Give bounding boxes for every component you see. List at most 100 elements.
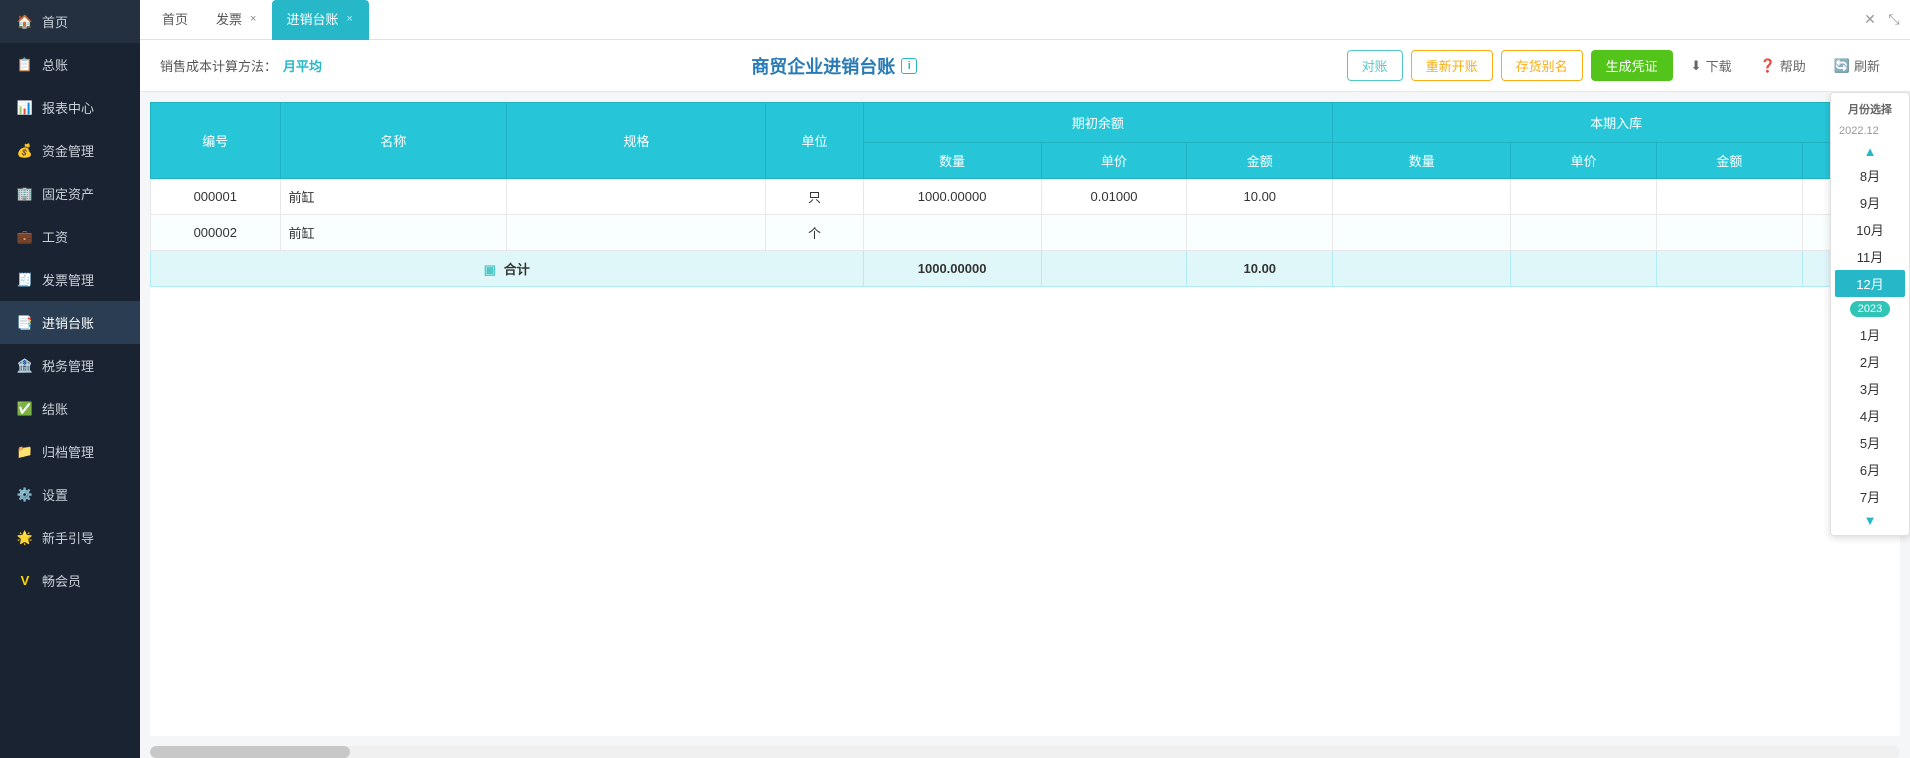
help-icon: ❓ xyxy=(1760,58,1776,74)
sidebar-item-guide[interactable]: 🌟 新手引导 xyxy=(0,516,140,559)
info-icon[interactable]: i xyxy=(901,58,917,74)
total-p2 xyxy=(1511,251,1657,287)
total-a1: 10.00 xyxy=(1187,251,1333,287)
toolbar-right: 对账 重新开账 存货别名 生成凭证 ⬇ 下载 ❓ 帮助 🔄 刷新 xyxy=(1347,50,1890,81)
total-q1: 1000.00000 xyxy=(863,251,1041,287)
page-title: 商贸企业进销台账 i xyxy=(751,53,917,79)
col-header-a1: 金额 xyxy=(1187,143,1333,179)
sidebar-item-vip[interactable]: V 畅会员 xyxy=(0,559,140,602)
refresh-icon: 🔄 xyxy=(1834,58,1850,74)
month-item-2[interactable]: 2月 xyxy=(1831,348,1909,375)
sidebar-item-ledger[interactable]: 📋 总账 xyxy=(0,43,140,86)
horizontal-scrollbar[interactable] xyxy=(150,746,1900,758)
sidebar-item-purchase-sales[interactable]: 📑 进销台账 xyxy=(0,301,140,344)
cost-method-label: 销售成本计算方法： xyxy=(160,56,277,75)
toolbar-left: 销售成本计算方法： 月平均 xyxy=(160,56,322,75)
cell-id: 000002 xyxy=(151,215,281,251)
download-icon: ⬇ xyxy=(1691,58,1702,74)
checkout-icon: ✅ xyxy=(16,400,34,418)
tab-purchase-sales[interactable]: 进销台账 × xyxy=(272,0,368,40)
cell-p2 xyxy=(1511,179,1657,215)
guide-icon: 🌟 xyxy=(16,529,34,547)
total-label: ▣ 合计 xyxy=(151,251,864,287)
col-header-q2: 数量 xyxy=(1333,143,1511,179)
cell-a1 xyxy=(1187,215,1333,251)
col-header-q1: 数量 xyxy=(863,143,1041,179)
scroll-down-button[interactable]: ▼ xyxy=(1831,510,1909,531)
month-item-10[interactable]: 10月 xyxy=(1831,216,1909,243)
sidebar-item-tax[interactable]: 🏦 税务管理 xyxy=(0,344,140,387)
month-item-7[interactable]: 7月 xyxy=(1831,483,1909,510)
tab-invoice-close[interactable]: × xyxy=(248,13,258,25)
table-row[interactable]: 000002 前缸 个 xyxy=(151,215,1900,251)
total-icon: ▣ xyxy=(484,262,496,277)
sidebar-item-home[interactable]: 🏠 首页 xyxy=(0,0,140,43)
sidebar-item-funds[interactable]: 💰 资金管理 xyxy=(0,129,140,172)
sidebar: 🏠 首页 📋 总账 📊 报表中心 💰 资金管理 🏢 固定资产 💼 工资 🧾 发票… xyxy=(0,0,140,758)
month-item-3[interactable]: 3月 xyxy=(1831,375,1909,402)
reopen-button[interactable]: 重新开账 xyxy=(1411,50,1493,81)
cell-a1: 10.00 xyxy=(1187,179,1333,215)
cell-p1: 0.01000 xyxy=(1041,179,1187,215)
cell-q2 xyxy=(1333,215,1511,251)
scroll-up-button[interactable]: ▲ xyxy=(1831,141,1909,162)
cell-spec xyxy=(507,215,766,251)
refresh-button[interactable]: 🔄 刷新 xyxy=(1824,51,1890,80)
vip-icon: V xyxy=(16,572,34,590)
save-alias-button[interactable]: 存货别名 xyxy=(1501,50,1583,81)
month-item-6[interactable]: 6月 xyxy=(1831,456,1909,483)
reconcile-button[interactable]: 对账 xyxy=(1347,50,1403,81)
window-controls: ✕ ⤡ xyxy=(1862,12,1902,28)
sidebar-item-salary[interactable]: 💼 工资 xyxy=(0,215,140,258)
sidebar-item-archive[interactable]: 📁 归档管理 xyxy=(0,430,140,473)
total-q2 xyxy=(1333,251,1511,287)
month-picker-year-2022: 2022.12 xyxy=(1831,121,1909,141)
month-item-8[interactable]: 8月 xyxy=(1831,162,1909,189)
month-picker-panel: 月份选择 2022.12 ▲ 8月 9月 10月 11月 12月 2023 1月… xyxy=(1830,92,1910,536)
cost-method-value: 月平均 xyxy=(283,56,322,75)
col-header-spec: 规格 xyxy=(507,103,766,179)
cell-name: 前缸 xyxy=(280,179,507,215)
close-window-button[interactable]: ✕ xyxy=(1862,12,1878,28)
sidebar-item-checkout[interactable]: ✅ 结账 xyxy=(0,387,140,430)
col-header-p2: 单价 xyxy=(1511,143,1657,179)
settings-icon: ⚙️ xyxy=(16,486,34,504)
maximize-window-button[interactable]: ⤡ xyxy=(1886,12,1902,28)
sidebar-item-reports[interactable]: 📊 报表中心 xyxy=(0,86,140,129)
cell-p1 xyxy=(1041,215,1187,251)
cell-unit: 只 xyxy=(766,179,863,215)
total-p1 xyxy=(1041,251,1187,287)
cell-p2 xyxy=(1511,215,1657,251)
purchase-sales-icon: 📑 xyxy=(16,314,34,332)
col-header-unit: 单位 xyxy=(766,103,863,179)
content-wrapper: 编号 名称 规格 单位 期初余额 本期入库 数量 单价 金额 数量 xyxy=(140,92,1910,746)
month-item-11[interactable]: 11月 xyxy=(1831,243,1909,270)
month-item-12[interactable]: 12月 xyxy=(1835,270,1905,297)
cell-q1 xyxy=(863,215,1041,251)
download-button[interactable]: ⬇ 下载 xyxy=(1681,51,1742,80)
tax-icon: 🏦 xyxy=(16,357,34,375)
sidebar-item-settings[interactable]: ⚙️ 设置 xyxy=(0,473,140,516)
col-header-p1: 单价 xyxy=(1041,143,1187,179)
col-header-ruku: 本期入库 xyxy=(1333,103,1900,143)
col-header-name: 名称 xyxy=(280,103,507,179)
table-row[interactable]: 000001 前缸 只 1000.00000 0.01000 10.00 xyxy=(151,179,1900,215)
month-item-4[interactable]: 4月 xyxy=(1831,402,1909,429)
month-item-5[interactable]: 5月 xyxy=(1831,429,1909,456)
month-item-9[interactable]: 9月 xyxy=(1831,189,1909,216)
tab-home[interactable]: 首页 xyxy=(148,0,202,40)
generate-voucher-button[interactable]: 生成凭证 xyxy=(1591,50,1673,81)
col-header-a2: 金额 xyxy=(1657,143,1803,179)
cell-name: 前缸 xyxy=(280,215,507,251)
tab-invoice[interactable]: 发票 × xyxy=(202,0,272,40)
sidebar-item-assets[interactable]: 🏢 固定资产 xyxy=(0,172,140,215)
help-button[interactable]: ❓ 帮助 xyxy=(1750,51,1816,80)
tab-purchase-sales-close[interactable]: × xyxy=(344,13,354,25)
scrollbar-thumb xyxy=(150,746,350,758)
total-row: ▣ 合计 1000.00000 10.00 xyxy=(151,251,1900,287)
month-item-1[interactable]: 1月 xyxy=(1831,321,1909,348)
sidebar-item-invoice-mgmt[interactable]: 🧾 发票管理 xyxy=(0,258,140,301)
tab-bar: 首页 发票 × 进销台账 × ✕ ⤡ xyxy=(140,0,1910,40)
table-container[interactable]: 编号 名称 规格 单位 期初余额 本期入库 数量 单价 金额 数量 xyxy=(150,102,1900,736)
archive-icon: 📁 xyxy=(16,443,34,461)
